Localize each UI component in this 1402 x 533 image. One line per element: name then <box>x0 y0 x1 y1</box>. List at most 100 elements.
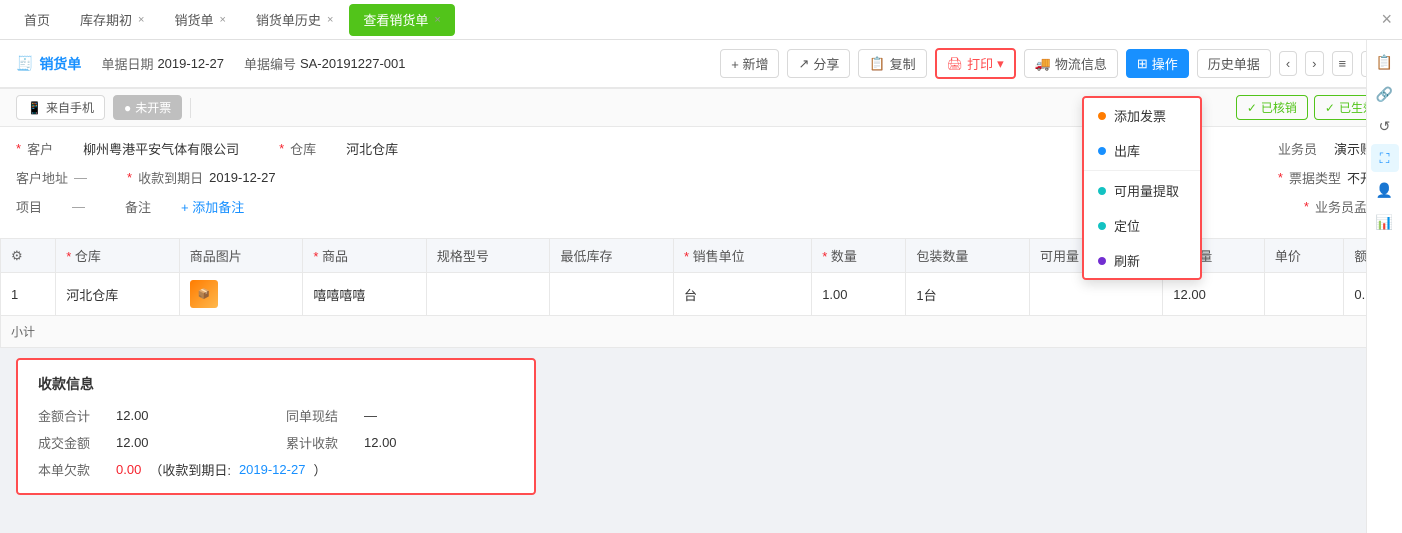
subtotal-row: 小计 <box>1 316 1402 348</box>
add-note-button[interactable]: + 添加备注 <box>181 197 244 216</box>
row-pkg-qty: 1台 <box>906 273 1030 316</box>
dropdown-locate[interactable]: 定位 <box>1084 208 1200 243</box>
col-settings: ⚙ <box>1 239 56 273</box>
subtotal-label: 小计 <box>1 316 1402 348</box>
document-title: 🧾 销货单 <box>16 54 81 74</box>
col-spec: 规格型号 <box>426 239 550 273</box>
row-no: 1 <box>1 273 56 316</box>
row-price <box>1264 273 1344 316</box>
print-dropdown-arrow: ▾ <box>997 56 1004 72</box>
locate-dot <box>1098 222 1106 230</box>
payment-grid: 金额合计 12.00 同单现结 — 成交金额 12.00 累计收款 12.00 … <box>38 406 514 479</box>
doc-icon: 🧾 <box>16 55 33 72</box>
dropdown-refresh[interactable]: 刷新 <box>1084 243 1200 278</box>
print-button[interactable]: 🖨 打印 ▾ <box>935 48 1016 79</box>
outbound-dot <box>1098 147 1106 155</box>
close-window-button[interactable]: × <box>1381 9 1392 30</box>
same-order-row: 同单现结 — <box>286 406 514 425</box>
effective-check-icon: ✓ <box>1325 101 1335 115</box>
sidebar-icon-chart[interactable]: 📊 <box>1371 208 1399 236</box>
sidebar-icon-doc[interactable]: 📋 <box>1371 48 1399 76</box>
row-unit: 台 <box>673 273 811 316</box>
history-button[interactable]: 历史单据 <box>1197 49 1271 78</box>
divider <box>190 98 191 118</box>
note-field: 备注 + 添加备注 <box>125 197 244 216</box>
next-button[interactable]: › <box>1305 51 1323 76</box>
document-meta: 单据日期 2019-12-27 单据编号 SA-20191227-001 <box>101 54 405 73</box>
tab-sales-close[interactable]: × <box>219 14 225 26</box>
logistics-icon: 🚚 <box>1035 56 1051 72</box>
share-button[interactable]: ↗ 分享 <box>787 49 850 78</box>
available-qty-dot <box>1098 187 1106 195</box>
sold-badge: ✓ 已核销 <box>1236 95 1308 120</box>
sidebar-icon-expand[interactable]: ⛶ <box>1371 144 1399 172</box>
warehouse-field: * 仓库 河北仓库 <box>279 139 398 158</box>
document-header: 🧾 销货单 单据日期 2019-12-27 单据编号 SA-20191227-0… <box>0 40 1402 88</box>
row-min-stock <box>550 273 674 316</box>
payment-date-field: * 收款到期日 2019-12-27 <box>127 168 276 187</box>
owe-row: 本单欠款 0.00 （收款到期日: 2019-12-27 ） <box>38 460 514 479</box>
dropdown-add-invoice[interactable]: 添加发票 <box>1084 98 1200 133</box>
prev-button[interactable]: ‹ <box>1279 51 1297 76</box>
tab-home[interactable]: 首页 <box>10 4 64 36</box>
row-qty: 1.00 <box>812 273 906 316</box>
from-phone-button[interactable]: 📱 来自手机 <box>16 95 105 120</box>
col-price: 单价 <box>1264 239 1344 273</box>
tab-sales-history[interactable]: 销货单历史 × <box>242 4 347 36</box>
project-field: 项目 — <box>16 197 85 216</box>
payment-info-box: 收款信息 金额合计 12.00 同单现结 — 成交金额 12.00 累计收款 1… <box>16 358 536 495</box>
not-open-button[interactable]: ● 未开票 <box>113 95 182 120</box>
phone-icon: 📱 <box>27 101 42 115</box>
sidebar-icon-refresh[interactable]: ↺ <box>1371 112 1399 140</box>
number-field: 单据编号 SA-20191227-001 <box>244 54 406 73</box>
customer-field: * 客户 柳州粤港平安气体有限公司 <box>16 139 239 158</box>
col-product: * 商品 <box>303 239 427 273</box>
transaction-row: 成交金额 12.00 <box>38 433 266 452</box>
col-pkg-qty: 包装数量 <box>906 239 1030 273</box>
col-image: 商品图片 <box>179 239 303 273</box>
col-min-stock: 最低库存 <box>550 239 674 273</box>
sidebar-icon-link[interactable]: 🔗 <box>1371 80 1399 108</box>
settings-icon[interactable]: ⚙ <box>11 248 23 263</box>
product-image: 📦 <box>190 280 218 308</box>
dropdown-divider <box>1084 170 1200 171</box>
refresh-dot <box>1098 257 1106 265</box>
row-product: 嘻嘻嘻嘻 <box>303 273 427 316</box>
view1-button[interactable]: ≡ <box>1332 51 1354 76</box>
payment-info-title: 收款信息 <box>38 374 514 394</box>
operations-dropdown: 添加发票 出库 可用量提取 定位 刷新 <box>1082 96 1202 280</box>
right-sidebar: 📋 🔗 ↺ ⛶ 👤 📊 <box>1366 40 1402 533</box>
col-warehouse: * 仓库 <box>56 239 180 273</box>
share-icon: ↗ <box>798 56 809 72</box>
col-qty: * 数量 <box>812 239 906 273</box>
print-icon: 🖨 <box>947 56 964 72</box>
operations-icon: ⊞ <box>1137 56 1148 72</box>
ticket-icon: ● <box>124 101 131 115</box>
check-icon: ✓ <box>1247 101 1257 115</box>
copy-icon: 📋 <box>869 56 885 72</box>
tab-inventory[interactable]: 库存期初 × <box>66 4 158 36</box>
tab-sales[interactable]: 销货单 × <box>160 4 239 36</box>
tab-inventory-close[interactable]: × <box>138 14 144 26</box>
row-image: 📦 <box>179 273 303 316</box>
tab-view-sales-close[interactable]: × <box>434 14 440 26</box>
accumulated-row: 累计收款 12.00 <box>286 433 514 452</box>
col-unit: * 销售单位 <box>673 239 811 273</box>
address-field: 客户地址 — <box>16 168 87 187</box>
add-invoice-dot <box>1098 112 1106 120</box>
sidebar-icon-user[interactable]: 👤 <box>1371 176 1399 204</box>
tab-view-sales[interactable]: 查看销货单 × <box>349 4 454 36</box>
document-actions: + 新增 ↗ 分享 📋 复制 🖨 打印 ▾ 🚚 物流信息 ⊞ 操作 历史单据 ‹… <box>720 48 1386 79</box>
row-spec <box>426 273 550 316</box>
total-row: 金额合计 12.00 <box>38 406 266 425</box>
copy-button[interactable]: 📋 复制 <box>858 49 926 78</box>
tab-sales-history-close[interactable]: × <box>327 14 333 26</box>
dropdown-available-qty[interactable]: 可用量提取 <box>1084 173 1200 208</box>
new-button[interactable]: + 新增 <box>720 49 779 78</box>
logistics-button[interactable]: 🚚 物流信息 <box>1024 49 1118 78</box>
tab-bar: 首页 库存期初 × 销货单 × 销货单历史 × 查看销货单 × × <box>0 0 1402 40</box>
row-warehouse: 河北仓库 <box>56 273 180 316</box>
date-field: 单据日期 2019-12-27 <box>101 54 224 73</box>
operations-button[interactable]: ⊞ 操作 <box>1126 49 1189 78</box>
dropdown-outbound[interactable]: 出库 <box>1084 133 1200 168</box>
